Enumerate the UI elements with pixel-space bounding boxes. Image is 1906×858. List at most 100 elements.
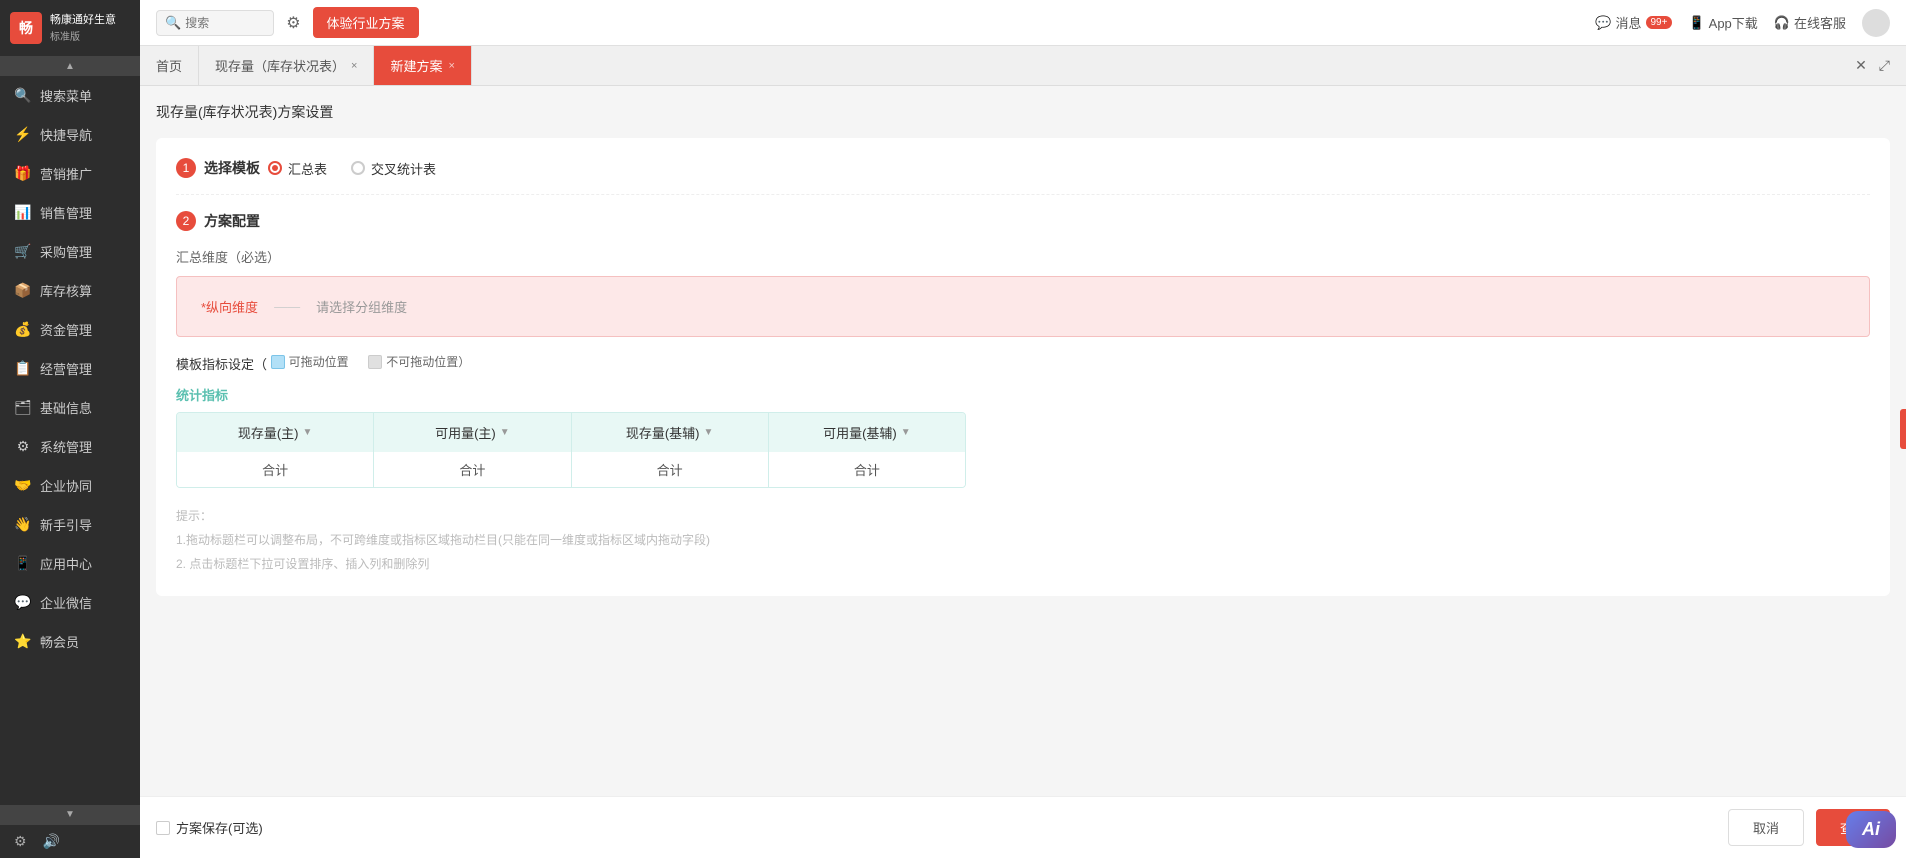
save-checkbox[interactable]: [156, 821, 170, 835]
draggable-box: [271, 355, 285, 369]
sidebar-item-newcomer[interactable]: 👋 新手引导: [0, 505, 140, 544]
tabbar: 首页 现存量（库存状况表） × 新建方案 × ✕ ⤢: [140, 46, 1906, 86]
radio-dot-cross: [351, 161, 365, 175]
sidebar-item-quick-nav[interactable]: ⚡ 快捷导航: [0, 115, 140, 154]
sidebar-item-search-menu[interactable]: 🔍 搜索菜单: [0, 76, 140, 115]
step1-number: 1: [176, 158, 196, 178]
scheme-settings-card: 1 选择模板 汇总表 交叉统计表 2 方案配置 汇总维度（必选） *纵向维度 —…: [156, 138, 1890, 596]
stats-title: 统计指标: [176, 385, 1870, 404]
sidebar-item-label: 系统管理: [40, 437, 92, 456]
tab-new-scheme[interactable]: 新建方案 ×: [374, 46, 471, 85]
col-chevron-current-aux[interactable]: ▼: [704, 427, 714, 438]
sidebar-item-enterprise[interactable]: 🤝 企业协同: [0, 466, 140, 505]
non-draggable-label: 不可拖动位置）: [386, 353, 470, 370]
app-name: 畅康通好生意: [50, 13, 116, 28]
sidebar-scroll-up[interactable]: ▲: [0, 57, 140, 76]
template-radio-group: 汇总表 交叉统计表: [268, 159, 436, 178]
expand-window-btn[interactable]: ⤢: [1875, 57, 1894, 74]
sidebar-item-inventory[interactable]: 📦 库存核算: [0, 271, 140, 310]
sidebar-item-app-center[interactable]: 📱 应用中心: [0, 544, 140, 583]
sidebar-scroll-down[interactable]: ▼: [0, 805, 140, 824]
sidebar-item-label: 畅会员: [40, 632, 79, 651]
sidebar-item-sales[interactable]: 📊 销售管理: [0, 193, 140, 232]
tab-label: 新建方案: [390, 56, 442, 75]
purchase-icon: 🛒: [14, 243, 32, 261]
sidebar-item-system[interactable]: ⚙ 系统管理: [0, 427, 140, 466]
dimension-dash: ——: [274, 299, 300, 314]
radio-summary[interactable]: 汇总表: [268, 159, 327, 178]
app-name-block: 畅康通好生意 标准版: [50, 13, 116, 43]
bottom-bar: 方案保存(可选) 取消 查询: [140, 796, 1906, 858]
close-window-btn[interactable]: ✕: [1851, 57, 1871, 74]
online-service-btn[interactable]: 🎧 在线客服: [1774, 13, 1846, 32]
sidebar-item-label: 应用中心: [40, 554, 92, 573]
management-icon: 📋: [14, 360, 32, 378]
stats-col-header-available-main[interactable]: 可用量(主) ▼: [374, 413, 571, 452]
quick-nav-icon: ⚡: [14, 126, 32, 144]
stats-col-header-current-aux[interactable]: 现存量(基辅) ▼: [572, 413, 769, 452]
sidebar-item-finance[interactable]: 💰 资金管理: [0, 310, 140, 349]
app-download-label: App下载: [1709, 13, 1758, 32]
dimension-label-text: 汇总维度（必选）: [176, 250, 280, 265]
col-chevron-current-main[interactable]: ▼: [303, 427, 313, 438]
mobile-icon: 📱: [1688, 15, 1704, 31]
sidebar-item-management[interactable]: 📋 经营管理: [0, 349, 140, 388]
cancel-button[interactable]: 取消: [1728, 809, 1804, 846]
gear-icon[interactable]: ⚙: [286, 13, 300, 33]
tab-close-new-scheme[interactable]: ×: [448, 60, 454, 72]
col-chevron-available-aux[interactable]: ▼: [901, 427, 911, 438]
message-btn[interactable]: 💬 消息 99+: [1595, 13, 1672, 32]
service-label: 在线客服: [1794, 13, 1846, 32]
template-settings: 模板指标设定（ 可拖动位置 不可拖动位置）: [176, 353, 1870, 373]
sidebar-item-wechat[interactable]: 💬 企业微信: [0, 583, 140, 622]
app-download-btn[interactable]: 📱 App下载: [1688, 13, 1757, 32]
template-settings-label: 模板指标设定（: [176, 357, 267, 372]
tab-label: 现存量（库存状况表）: [215, 56, 345, 75]
sidebar-nav: 🔍 搜索菜单 ⚡ 快捷导航 🎁 营销推广 📊 销售管理 🛒 采购管理 📦 库存核…: [0, 76, 140, 805]
sidebar-item-label: 新手引导: [40, 515, 92, 534]
search-input[interactable]: [185, 16, 265, 30]
legend-non-draggable: 不可拖动位置）: [368, 353, 470, 370]
step1-header: 1 选择模板 汇总表 交叉统计表: [176, 158, 1870, 178]
col-label-available-main: 可用量(主): [435, 423, 496, 442]
message-label: 消息: [1615, 13, 1641, 32]
sidebar-item-basic-info[interactable]: 🗂 基础信息: [0, 388, 140, 427]
dimension-row[interactable]: *纵向维度 —— 请选择分组维度: [176, 276, 1870, 337]
save-option[interactable]: 方案保存(可选): [156, 818, 263, 837]
sidebar-item-marketing[interactable]: 🎁 营销推广: [0, 154, 140, 193]
sidebar-item-purchase[interactable]: 🛒 采购管理: [0, 232, 140, 271]
message-badge: 99+: [1646, 16, 1673, 29]
ai-badge[interactable]: Ai: [1846, 811, 1896, 848]
save-option-label: 方案保存(可选): [176, 818, 263, 837]
stats-table-header: 现存量(主) ▼ 可用量(主) ▼ 现存量(基辅) ▼ 可用量(基辅) ▼: [177, 413, 965, 452]
stats-section: 统计指标 现存量(主) ▼ 可用量(主) ▼ 现存量(基辅) ▼ 可用量(基辅)…: [176, 385, 1870, 488]
newcomer-icon: 👋: [14, 516, 32, 534]
radio-label-cross: 交叉统计表: [371, 159, 436, 178]
user-avatar[interactable]: [1862, 9, 1890, 37]
stats-col-body-current-main: 合计: [177, 452, 374, 487]
settings-icon[interactable]: ⚙: [14, 833, 27, 850]
topbar-search-box[interactable]: 🔍: [156, 10, 274, 36]
app-center-icon: 📱: [14, 555, 32, 573]
sidebar: 畅 畅康通好生意 标准版 ▲ 🔍 搜索菜单 ⚡ 快捷导航 🎁 营销推广 📊 销售…: [0, 0, 140, 858]
dimension-placeholder[interactable]: 请选择分组维度: [316, 297, 407, 316]
sidebar-item-label: 采购管理: [40, 242, 92, 261]
col-chevron-available-main[interactable]: ▼: [500, 427, 510, 438]
finance-icon: 💰: [14, 321, 32, 339]
draggable-label: 可拖动位置: [289, 353, 349, 370]
tab-home[interactable]: 首页: [140, 46, 199, 85]
radio-cross[interactable]: 交叉统计表: [351, 159, 436, 178]
step2-number: 2: [176, 211, 196, 231]
stats-col-header-current-main[interactable]: 现存量(主) ▼: [177, 413, 374, 452]
speaker-icon[interactable]: 🔊: [43, 833, 60, 850]
sidebar-footer: ⚙ 🔊: [0, 824, 140, 858]
stats-col-header-available-aux[interactable]: 可用量(基辅) ▼: [769, 413, 965, 452]
sidebar-item-member[interactable]: ⭐ 畅会员: [0, 622, 140, 661]
industry-btn[interactable]: 体验行业方案: [313, 7, 419, 38]
tab-label: 首页: [156, 56, 182, 75]
sidebar-item-label: 库存核算: [40, 281, 92, 300]
tips-section: 提示： 1.拖动标题栏可以调整布局，不可跨维度或指标区域拖动栏目(只能在同一维度…: [176, 504, 1870, 576]
sidebar-item-label: 快捷导航: [40, 125, 92, 144]
tab-inventory-status[interactable]: 现存量（库存状况表） ×: [199, 46, 374, 85]
tab-close-inventory-status[interactable]: ×: [351, 60, 357, 72]
